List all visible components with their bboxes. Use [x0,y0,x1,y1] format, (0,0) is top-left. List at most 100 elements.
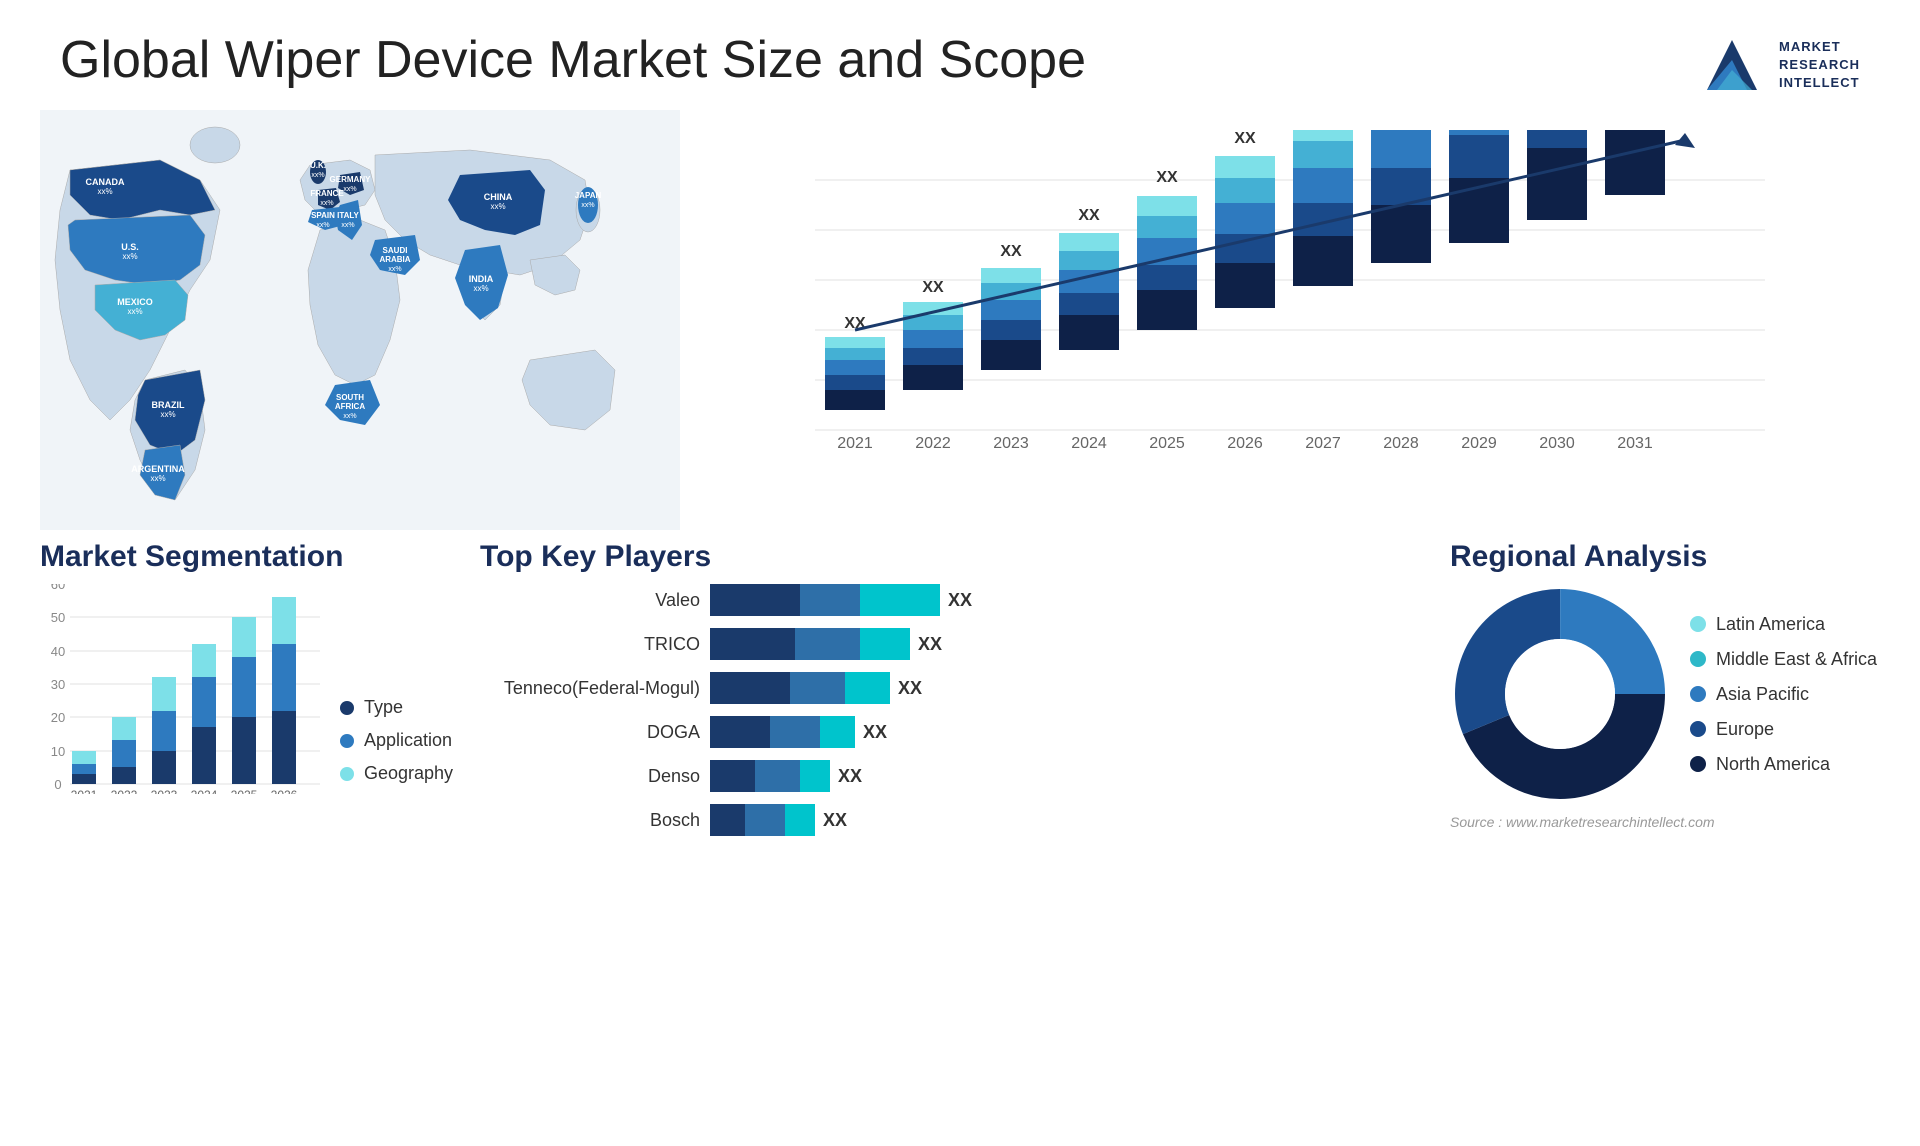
regional-legend: Latin America Middle East & Africa Asia … [1690,614,1877,775]
svg-text:2025: 2025 [231,788,258,794]
player-name-doga: DOGA [480,722,700,743]
main-content: CANADA xx% U.S. xx% MEXICO xx% BRAZIL xx… [0,110,1920,530]
svg-text:xx%: xx% [127,307,142,316]
bottom-content: Market Segmentation 0 10 20 30 40 50 60 [0,540,1920,848]
svg-text:U.K.: U.K. [310,161,326,170]
svg-text:INDIA: INDIA [469,274,494,284]
svg-text:10: 10 [51,744,65,759]
player-bar-bosch: XX [710,804,1430,836]
svg-text:SPAIN: SPAIN [311,211,335,220]
reg-dot-apac [1690,686,1706,702]
player-row-trico: TRICO XX [480,628,1430,660]
svg-text:20: 20 [51,710,65,725]
reg-label-mea: Middle East & Africa [1716,649,1877,670]
svg-text:BRAZIL: BRAZIL [152,400,185,410]
logo-text: MARKET RESEARCH INTELLECT [1779,38,1860,93]
svg-text:30: 30 [51,677,65,692]
legend-application-dot [340,734,354,748]
reg-dot-mea [1690,651,1706,667]
svg-text:ITALY: ITALY [337,211,359,220]
svg-text:2031: 2031 [1617,435,1653,452]
svg-text:CHINA: CHINA [484,192,513,202]
chart-section: XX 2021 XX 2022 XX 2023 [700,110,1880,530]
player-xx-bosch: XX [823,810,847,831]
svg-text:xx%: xx% [150,474,165,483]
reg-legend-latin: Latin America [1690,614,1877,635]
svg-text:xx%: xx% [160,410,175,419]
svg-text:xx%: xx% [388,266,401,273]
segmentation-chart: 0 10 20 30 40 50 60 [40,584,320,794]
player-xx-valeo: XX [948,590,972,611]
svg-text:0: 0 [54,777,61,792]
svg-text:ARABIA: ARABIA [379,255,410,264]
player-row-doga: DOGA XX [480,716,1430,748]
svg-text:2021: 2021 [71,788,98,794]
player-row-tenneco: Tenneco(Federal-Mogul) XX [480,672,1430,704]
player-name-bosch: Bosch [480,810,700,831]
svg-text:JAPAN: JAPAN [575,191,602,200]
svg-text:2024: 2024 [191,788,218,794]
player-bar-valeo: XX [710,584,1430,616]
player-row-denso: Denso XX [480,760,1430,792]
svg-text:xx%: xx% [343,186,356,193]
svg-text:SOUTH: SOUTH [336,393,364,402]
player-xx-denso: XX [838,766,862,787]
player-row-valeo: Valeo XX [480,584,1430,616]
svg-text:xx%: xx% [343,413,356,420]
reg-label-latin: Latin America [1716,614,1825,635]
segmentation-section: Market Segmentation 0 10 20 30 40 50 60 [40,540,460,848]
segmentation-title: Market Segmentation [40,540,460,574]
svg-text:40: 40 [51,644,65,659]
player-name-denso: Denso [480,766,700,787]
players-chart: Valeo XX TRICO [480,584,1430,836]
header: Global Wiper Device Market Size and Scop… [0,0,1920,110]
svg-text:2026: 2026 [271,788,298,794]
svg-text:xx%: xx% [490,202,505,211]
legend-geography: Geography [340,763,453,784]
svg-text:2023: 2023 [151,788,178,794]
player-name-tenneco: Tenneco(Federal-Mogul) [480,678,700,699]
reg-dot-na [1690,756,1706,772]
svg-text:MEXICO: MEXICO [117,297,153,307]
reg-label-na: North America [1716,754,1830,775]
seg-chart-container: 0 10 20 30 40 50 60 [40,584,460,804]
svg-text:XX: XX [922,279,944,296]
svg-text:2026: 2026 [1227,435,1263,452]
players-section: Top Key Players Valeo XX TRICO [480,540,1430,848]
svg-text:xx%: xx% [341,222,354,229]
svg-text:FRANCE: FRANCE [310,189,344,198]
world-map: CANADA xx% U.S. xx% MEXICO xx% BRAZIL xx… [40,110,680,530]
svg-text:2021: 2021 [837,435,873,452]
player-bar-doga: XX [710,716,1430,748]
player-name-trico: TRICO [480,634,700,655]
svg-text:60: 60 [51,584,65,592]
legend-type-label: Type [364,697,403,718]
logo-icon [1697,30,1767,100]
svg-text:xx%: xx% [473,284,488,293]
legend-application: Application [340,730,453,751]
legend-geography-label: Geography [364,763,453,784]
player-xx-tenneco: XX [898,678,922,699]
player-name-valeo: Valeo [480,590,700,611]
svg-text:AFRICA: AFRICA [335,402,365,411]
svg-text:XX: XX [1156,169,1178,186]
seg-legend: Type Application Geography [340,697,453,804]
svg-text:2030: 2030 [1539,435,1575,452]
legend-type-dot [340,701,354,715]
svg-text:50: 50 [51,610,65,625]
donut-chart [1450,584,1670,804]
reg-legend-europe: Europe [1690,719,1877,740]
player-xx-trico: XX [918,634,942,655]
reg-dot-latin [1690,616,1706,632]
reg-legend-mea: Middle East & Africa [1690,649,1877,670]
svg-text:CANADA: CANADA [86,177,125,187]
legend-application-label: Application [364,730,452,751]
regional-title: Regional Analysis [1450,540,1880,574]
player-bar-denso: XX [710,760,1430,792]
reg-legend-na: North America [1690,754,1877,775]
svg-text:2028: 2028 [1383,435,1419,452]
reg-label-europe: Europe [1716,719,1774,740]
svg-text:2023: 2023 [993,435,1029,452]
svg-text:xx%: xx% [581,202,594,209]
svg-text:U.S.: U.S. [121,242,139,252]
